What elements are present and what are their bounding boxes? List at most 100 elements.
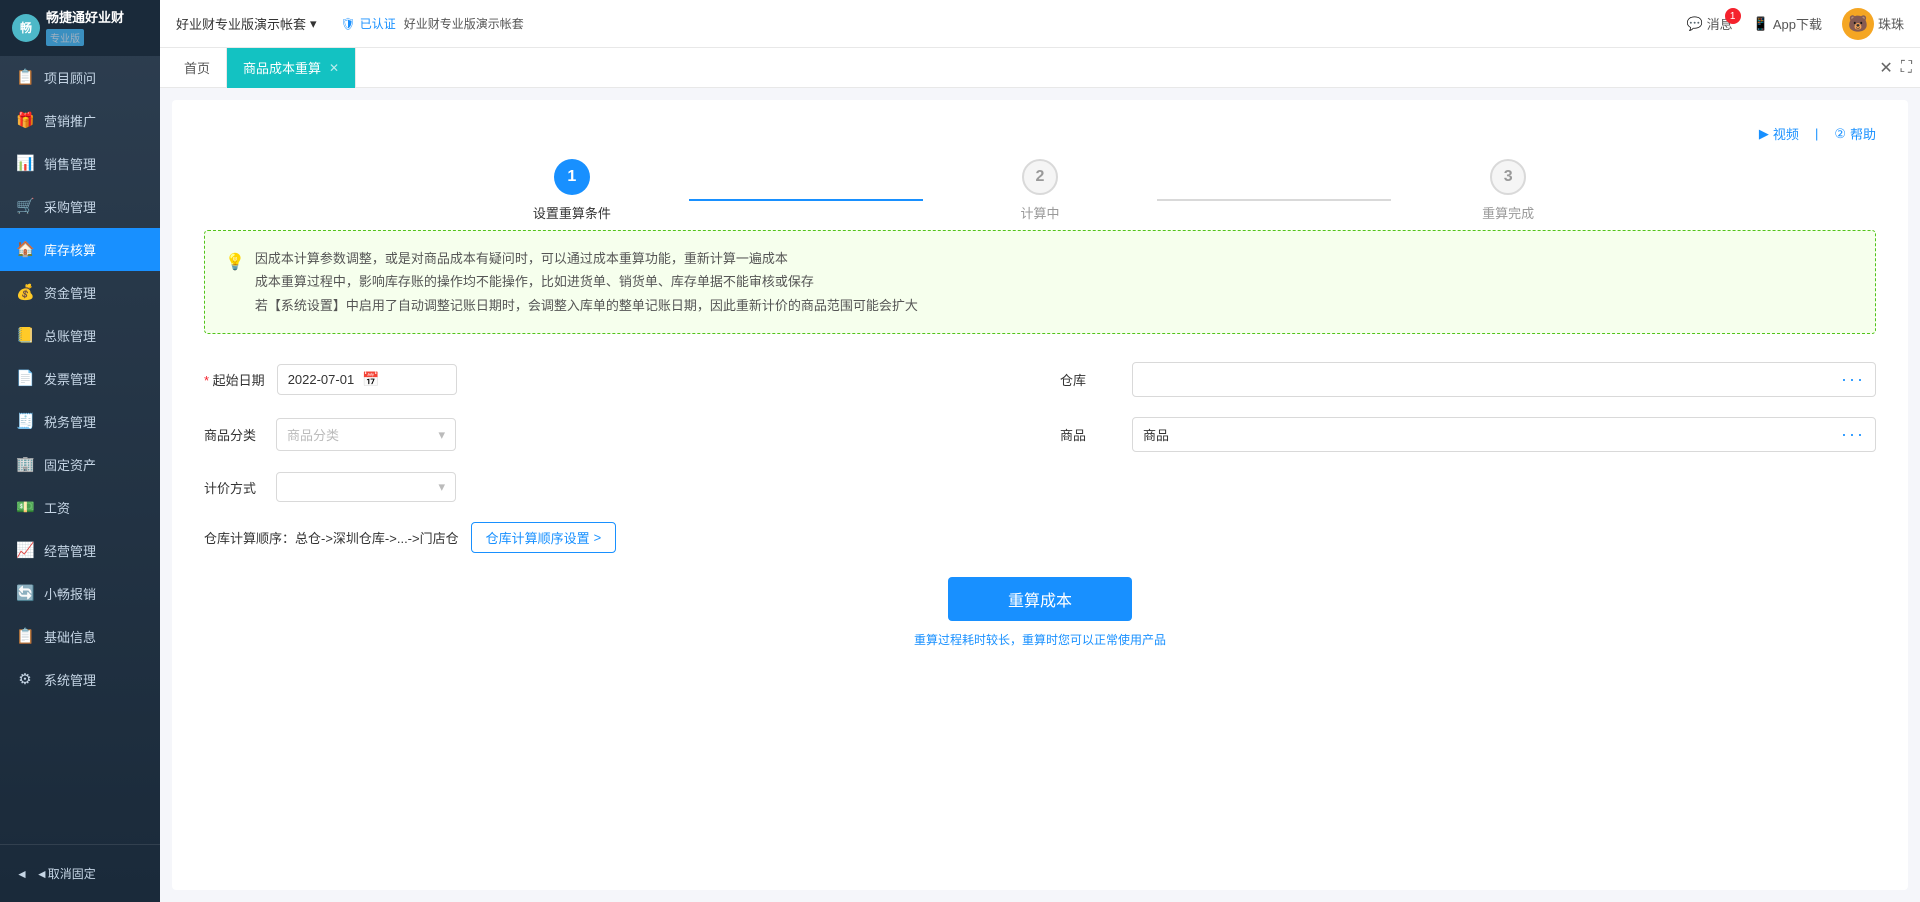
sidebar-item-assets[interactable]: 🏢固定资产 [0,443,160,486]
recalc-button[interactable]: 重算成本 [948,577,1132,621]
app-logo-text-block: 畅捷通好业财 专业版 [46,10,124,46]
warehouse-order-btn-label: 仓库计算顺序设置 [486,528,590,547]
price-method-label: 计价方式 [204,478,264,497]
start-date-field: 起始日期 2022-07-01 📅 [204,364,1020,395]
sidebar-item-sales[interactable]: 📊销售管理 [0,142,160,185]
project-nav-label: 项目顾问 [44,68,96,87]
video-label: 视频 [1773,124,1799,143]
app-download-button[interactable]: 📱 App下载 [1753,14,1822,33]
user-name: 珠珠 [1878,14,1904,33]
sidebar-bottom[interactable]: ◄ ◄取消固定 [0,844,160,902]
tab-home-label: 首页 [184,58,210,77]
start-date-label: 起始日期 [204,370,265,389]
purchase-nav-icon: 🛒 [16,197,34,215]
page-content: ▶ 视频 | ② 帮助 1 设置重算条件 2 计算中 3 重算完成 [172,100,1908,890]
sidebar-item-purchase[interactable]: 🛒采购管理 [0,185,160,228]
account-dropdown-icon[interactable] [310,16,317,32]
goods-input[interactable]: 商品 ··· [1132,417,1876,452]
warehouse-order-arrow-icon: > [594,530,602,545]
goods-dots-button[interactable]: ··· [1841,424,1865,445]
info-line-3: 若【系统设置】中启用了自动调整记账日期时，会调整入库单的整单记账日期，因此重新计… [255,294,918,317]
sidebar-item-basic[interactable]: 📋基础信息 [0,615,160,658]
expand-window-button[interactable]: ⛶ [1901,59,1912,77]
price-method-field: 计价方式 ▾ [204,472,1020,502]
warehouse-dots-button[interactable]: ··· [1841,369,1865,390]
info-icon: 💡 [225,249,245,317]
warehouse-order-row: 仓库计算顺序：总仓->深圳仓库->...->门店仓 仓库计算顺序设置 > [204,522,1876,553]
sidebar-nav: 📋 项目顾问 🎁营销推广📊销售管理🛒采购管理🏠库存核算💰资金管理📒总账管理📄发票管理… [0,56,160,844]
operations-nav-label: 经营管理 [44,541,96,560]
category-select[interactable]: 商品分类 ▾ [276,418,456,451]
category-dropdown-icon[interactable]: ▾ [438,427,445,443]
help-label: 帮助 [1850,124,1876,143]
close-window-button[interactable]: ✕ [1879,58,1892,78]
avatar: 🐻 [1842,8,1874,40]
info-line-2: 成本重算过程中，影响库存账的操作均不能操作，比如进货单、销货单、库存单据不能审核… [255,270,918,293]
tab-close-icon[interactable] [329,61,339,75]
message-button[interactable]: 💬 消息 1 [1686,14,1732,33]
inventory-nav-label: 库存核算 [44,240,96,259]
message-badge: 1 [1725,8,1741,24]
payroll-nav-label: 工资 [44,498,70,517]
tab-home[interactable]: 首页 [168,48,227,88]
sidebar-item-invoice[interactable]: 📄发票管理 [0,357,160,400]
app-logo-sub: 专业版 [46,29,84,46]
step-connector-2-3 [1157,199,1391,201]
warehouse-order-settings-button[interactable]: 仓库计算顺序设置 > [471,522,617,553]
warehouse-field: 仓库 ··· [1060,362,1876,397]
tax-nav-label: 税务管理 [44,412,96,431]
system-nav-label: 系统管理 [44,670,96,689]
start-date-input[interactable]: 2022-07-01 📅 [277,364,457,395]
app-download-label: App下载 [1773,14,1822,33]
category-placeholder: 商品分类 [287,425,339,444]
sidebar-item-operations[interactable]: 📈经营管理 [0,529,160,572]
unpin-label: ◄取消固定 [36,865,96,882]
verified-account: 好业财专业版演示帐套 [404,15,524,32]
form-row-2: 商品分类 商品分类 ▾ 商品 商品 ··· [204,417,1876,452]
phone-icon: 📱 [1753,16,1769,32]
user-avatar-button[interactable]: 🐻 珠珠 [1842,8,1904,40]
sidebar-item-marketing[interactable]: 🎁营销推广 [0,99,160,142]
recalc-hint: 重算过程耗时较长，重算时您可以正常使用产品 [914,631,1166,648]
step-3-circle: 3 [1490,159,1526,195]
account-name: 好业财专业版演示帐套 [176,14,306,33]
price-method-select[interactable]: ▾ [276,472,456,502]
assets-nav-icon: 🏢 [16,455,34,473]
category-field: 商品分类 商品分类 ▾ [204,418,1020,451]
warehouse-input[interactable]: ··· [1132,362,1876,397]
info-line-1: 因成本计算参数调整，或是对商品成本有疑问时，可以通过成本重算功能，重新计算一遍成… [255,247,918,270]
project-nav-icon: 📋 [16,68,34,86]
step-2: 2 计算中 [923,159,1157,222]
steps-container: 1 设置重算条件 2 计算中 3 重算完成 [455,159,1625,222]
sidebar-item-system[interactable]: ⚙ 系统管理 [0,658,160,701]
shield-icon: 🛡 [341,17,356,31]
sidebar-item-expense[interactable]: 🔄小畅报销 [0,572,160,615]
help-icon: ② [1834,126,1846,142]
step-3: 3 重算完成 [1391,159,1625,222]
system-nav-icon: ⚙ [16,670,34,688]
account-selector[interactable]: 好业财专业版演示帐套 [176,14,317,33]
step-1-label: 设置重算条件 [533,203,611,222]
tax-nav-icon: 🧾 [16,412,34,430]
expense-nav-icon: 🔄 [16,584,34,602]
info-box: 💡 因成本计算参数调整，或是对商品成本有疑问时，可以通过成本重算功能，重新计算一… [204,230,1876,334]
sidebar-item-inventory[interactable]: 🏠库存核算 [0,228,160,271]
warehouse-label: 仓库 [1060,370,1120,389]
tab-recalc[interactable]: 商品成本重算 [227,48,356,88]
price-method-dropdown-icon[interactable]: ▾ [438,479,445,495]
sidebar-item-payroll[interactable]: 💵工资 [0,486,160,529]
sidebar-item-tax[interactable]: 🧾 税务管理 [0,400,160,443]
sidebar-unpin-button[interactable]: ◄ ◄取消固定 [0,855,160,892]
warehouse-order-label: 仓库计算顺序：总仓->深圳仓库->...->门店仓 [204,528,459,547]
marketing-nav-icon: 🎁 [16,111,34,129]
sidebar-item-finance[interactable]: 💰资金管理 [0,271,160,314]
finance-nav-icon: 💰 [16,283,34,301]
form-row-1: 起始日期 2022-07-01 📅 仓库 ··· [204,362,1876,397]
video-button[interactable]: ▶ 视频 [1759,124,1799,143]
calendar-icon[interactable]: 📅 [362,371,379,388]
sidebar-item-accounting[interactable]: 📒总账管理 [0,314,160,357]
step-2-circle: 2 [1022,159,1058,195]
sidebar-item-project[interactable]: 📋 项目顾问 [0,56,160,99]
sidebar: 畅 畅捷通好业财 专业版 📋项目顾问🎁营销推广📊销售管理🛒采购管理🏠库存核算💰资… [0,0,160,902]
help-button[interactable]: ② 帮助 [1834,124,1876,143]
